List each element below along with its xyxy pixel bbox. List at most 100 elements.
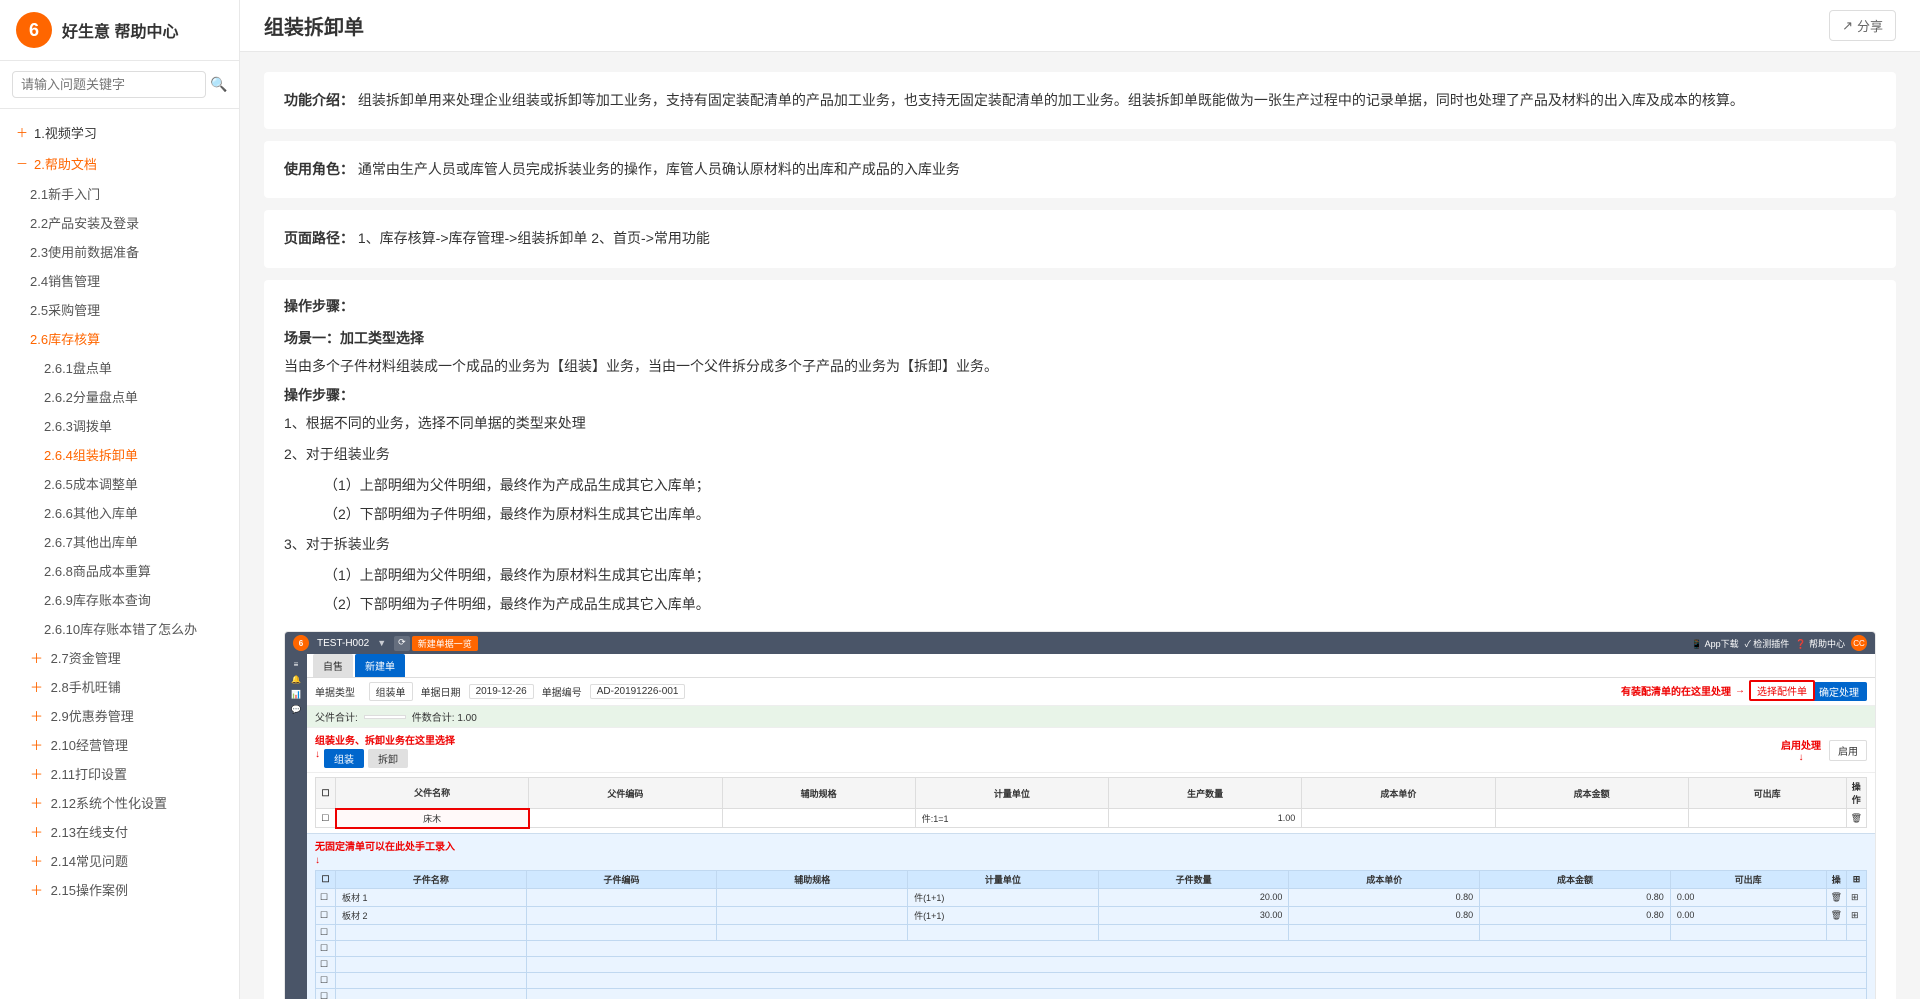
- ss-ltd-empty7: [526, 988, 1866, 999]
- ss-form-label-no: 单据编号: [542, 684, 582, 699]
- ss-tab-bar: 自售 新建单: [307, 654, 1875, 678]
- share-button[interactable]: ↗ 分享: [1829, 10, 1896, 41]
- sidebar-item-25[interactable]: 2.5采购管理: [0, 295, 239, 324]
- intro-text: 组装拆卸单用来处理企业组装或拆卸等加工业务，支持有固定装配清单的产品加工业务，也…: [358, 92, 1744, 108]
- path-label: 页面路径：: [284, 230, 354, 246]
- ss-btn-assemble[interactable]: 组装: [324, 749, 364, 768]
- ss-arrow-down3: ↓: [1799, 752, 1804, 763]
- sidebar-item-24[interactable]: 2.4销售管理: [0, 266, 239, 295]
- sidebar-item-266[interactable]: 2.6.6其他入库单: [0, 498, 239, 527]
- sidebar-item-264[interactable]: 2.6.4组装拆卸单: [0, 440, 239, 469]
- ss-ltd-cost1: 0.80: [1289, 888, 1480, 906]
- table-row: ☐: [316, 988, 1867, 999]
- step1: 1、根据不同的业务，选择不同单据的类型来处理: [284, 411, 1876, 436]
- sidebar-item-210[interactable]: ＋ 2.10经营管理: [0, 730, 239, 759]
- sidebar-item-213[interactable]: ＋ 2.13在线支付: [0, 817, 239, 846]
- ss-ltd-qty3: [1098, 924, 1289, 940]
- ss-annotation2-text: 组装业务、拆卸业务在这里选择: [315, 732, 455, 747]
- ss-annotation4-area: 无固定清单可以在此处手工录入 ↓: [315, 838, 1867, 866]
- top-bar: 组装拆卸单 ↗ 分享: [240, 0, 1920, 52]
- ss-annotation3-area: 启用处理 ↓: [1781, 737, 1821, 763]
- ss-ltd-ex2: ⊞: [1847, 906, 1867, 924]
- ss-ltd-code3: [526, 924, 717, 940]
- ss-lth-avail: 可出库: [1670, 870, 1826, 888]
- table-row: ☐ 床木 件:1=1 1.00: [316, 809, 1867, 828]
- path-card: 页面路径： 1、库存核算->库存管理->组装拆卸单 2、首页->常用功能: [264, 210, 1896, 267]
- ss-lth-check: ☐: [316, 870, 336, 888]
- ss-dropdown-icon: ▼: [377, 638, 386, 648]
- sidebar-item-docs[interactable]: － 2.帮助文档: [0, 148, 239, 179]
- sidebar-item-21[interactable]: 2.1新手入门: [0, 179, 239, 208]
- sidebar-item-28[interactable]: ＋ 2.8手机旺铺: [0, 672, 239, 701]
- search-button[interactable]: 🔍: [210, 76, 227, 93]
- sidebar-item-261[interactable]: 2.6.1盘点单: [0, 353, 239, 382]
- expand-icon-210: ＋: [30, 738, 43, 753]
- sidebar-item-263[interactable]: 2.6.3调拨单: [0, 411, 239, 440]
- search-input[interactable]: [12, 71, 206, 98]
- ss-ltd-avail1: 0.00: [1670, 888, 1826, 906]
- search-box: 🔍: [0, 61, 239, 109]
- sidebar-item-211[interactable]: ＋ 2.11打印设置: [0, 759, 239, 788]
- role-text: 通常由生产人员或库管人员完成拆装业务的操作，库管人员确认原材料的出库和产成品的入…: [358, 161, 960, 177]
- ss-th-parent-name: 父件名称: [336, 778, 529, 809]
- ss-lth-name: 子件名称: [336, 870, 527, 888]
- ss-th-ops: 操作: [1846, 778, 1866, 809]
- sidebar-item-22[interactable]: 2.2产品安装及登录: [0, 208, 239, 237]
- ss-new-btn[interactable]: 新建单据一览: [412, 636, 478, 651]
- sidebar-item-265[interactable]: 2.6.5成本调整单: [0, 469, 239, 498]
- ss-btn-enable[interactable]: 启用: [1829, 740, 1867, 761]
- ss-annotation3-text: 启用处理: [1781, 737, 1821, 752]
- ss-th-aux-spec: 辅助规格: [722, 778, 915, 809]
- sidebar-item-23[interactable]: 2.3使用前数据准备: [0, 237, 239, 266]
- sidebar-item-212[interactable]: ＋ 2.12系统个性化设置: [0, 788, 239, 817]
- ss-th-check: ☐: [316, 778, 336, 809]
- ss-ltd-cost3: [1289, 924, 1480, 940]
- steps-section: 操作步骤： 场景一：加工类型选择 当由多个子件材料组装成一个成品的业务为【组装】…: [264, 280, 1896, 999]
- ss-tab-zishou[interactable]: 自售: [313, 654, 353, 677]
- ss-tab-new[interactable]: 新建单: [355, 654, 405, 677]
- ops-title: 操作步骤：: [284, 296, 1876, 316]
- role-card: 使用角色： 通常由生产人员或库管人员完成拆装业务的操作，库管人员确认原材料的出库…: [264, 141, 1896, 198]
- ss-ltd-empty6: [526, 972, 1866, 988]
- ss-ltd-name1: 板材 1: [336, 888, 527, 906]
- ss-btn-disassemble[interactable]: 拆卸: [368, 749, 408, 768]
- ss-th-cost-price: 成本单价: [1302, 778, 1495, 809]
- ss-ltd-code1: [526, 888, 717, 906]
- ss-form-type-input[interactable]: 组装单: [369, 682, 413, 701]
- role-label: 使用角色：: [284, 161, 354, 177]
- ss-ltd-empty4: [526, 940, 1866, 956]
- ss-btn-select-list[interactable]: 选择配件单: [1749, 680, 1815, 701]
- ss-btn-confirm[interactable]: 确定处理: [1811, 682, 1867, 701]
- ss-upper-table: ☐ 父件名称 父件编码 辅助规格 计量单位 生产数量 成本单价 成本金额 可出库: [315, 777, 1867, 829]
- table-row: ☐ 板材 1 件(1+1) 20.00 0.80 0.80 0.00: [316, 888, 1867, 906]
- sidebar-item-2610[interactable]: 2.6.10库存账本错了怎么办: [0, 614, 239, 643]
- sidebar-item-268[interactable]: 2.6.8商品成本重算: [0, 556, 239, 585]
- ss-lower-section: 无固定清单可以在此处手工录入 ↓ ☐ 子件名称 子件编码 辅助规格: [307, 833, 1875, 999]
- ss-th-unit: 计量单位: [915, 778, 1108, 809]
- sidebar-item-video[interactable]: ＋ 1.视频学习: [0, 117, 239, 148]
- sidebar-header: 6 好生意 帮助中心: [0, 0, 239, 61]
- ss-ltd-name4: [336, 940, 527, 956]
- sidebar-item-214[interactable]: ＋ 2.14常见问题: [0, 846, 239, 875]
- step3-1: （1）上部明细为父件明细，最终作为原材料生成其它出库单；: [284, 563, 1876, 588]
- sidebar-item-262[interactable]: 2.6.2分量盘点单: [0, 382, 239, 411]
- sidebar-item-29[interactable]: ＋ 2.9优惠券管理: [0, 701, 239, 730]
- sidebar-item-215[interactable]: ＋ 2.15操作案例: [0, 875, 239, 904]
- sidebar-item-269[interactable]: 2.6.9库存账本查询: [0, 585, 239, 614]
- ss-id: TEST-H002: [317, 638, 369, 649]
- ss-ltd-cost2: 0.80: [1289, 906, 1480, 924]
- sidebar-item-267[interactable]: 2.6.7其他出库单: [0, 527, 239, 556]
- ss-td-op1: 🗑: [1846, 809, 1866, 828]
- ss-left-strip: ≡ 🔔 📊 💬: [285, 654, 307, 999]
- expand-icon-213: ＋: [30, 825, 43, 840]
- sidebar-item-27[interactable]: ＋ 2.7资金管理: [0, 643, 239, 672]
- ss-td-code1: [529, 809, 722, 828]
- app-title: 好生意 帮助中心: [62, 18, 178, 42]
- ss-ltd-check6: ☐: [316, 972, 336, 988]
- ss-ltd-ex1: ⊞: [1847, 888, 1867, 906]
- ss-td-amount1: [1495, 809, 1688, 828]
- ss-form-date: 2019-12-26: [469, 684, 534, 699]
- ss-tool-app: 📱 App下载: [1691, 637, 1738, 650]
- sidebar-item-26[interactable]: 2.6库存核算: [0, 324, 239, 353]
- expand-icon-212: ＋: [30, 796, 43, 811]
